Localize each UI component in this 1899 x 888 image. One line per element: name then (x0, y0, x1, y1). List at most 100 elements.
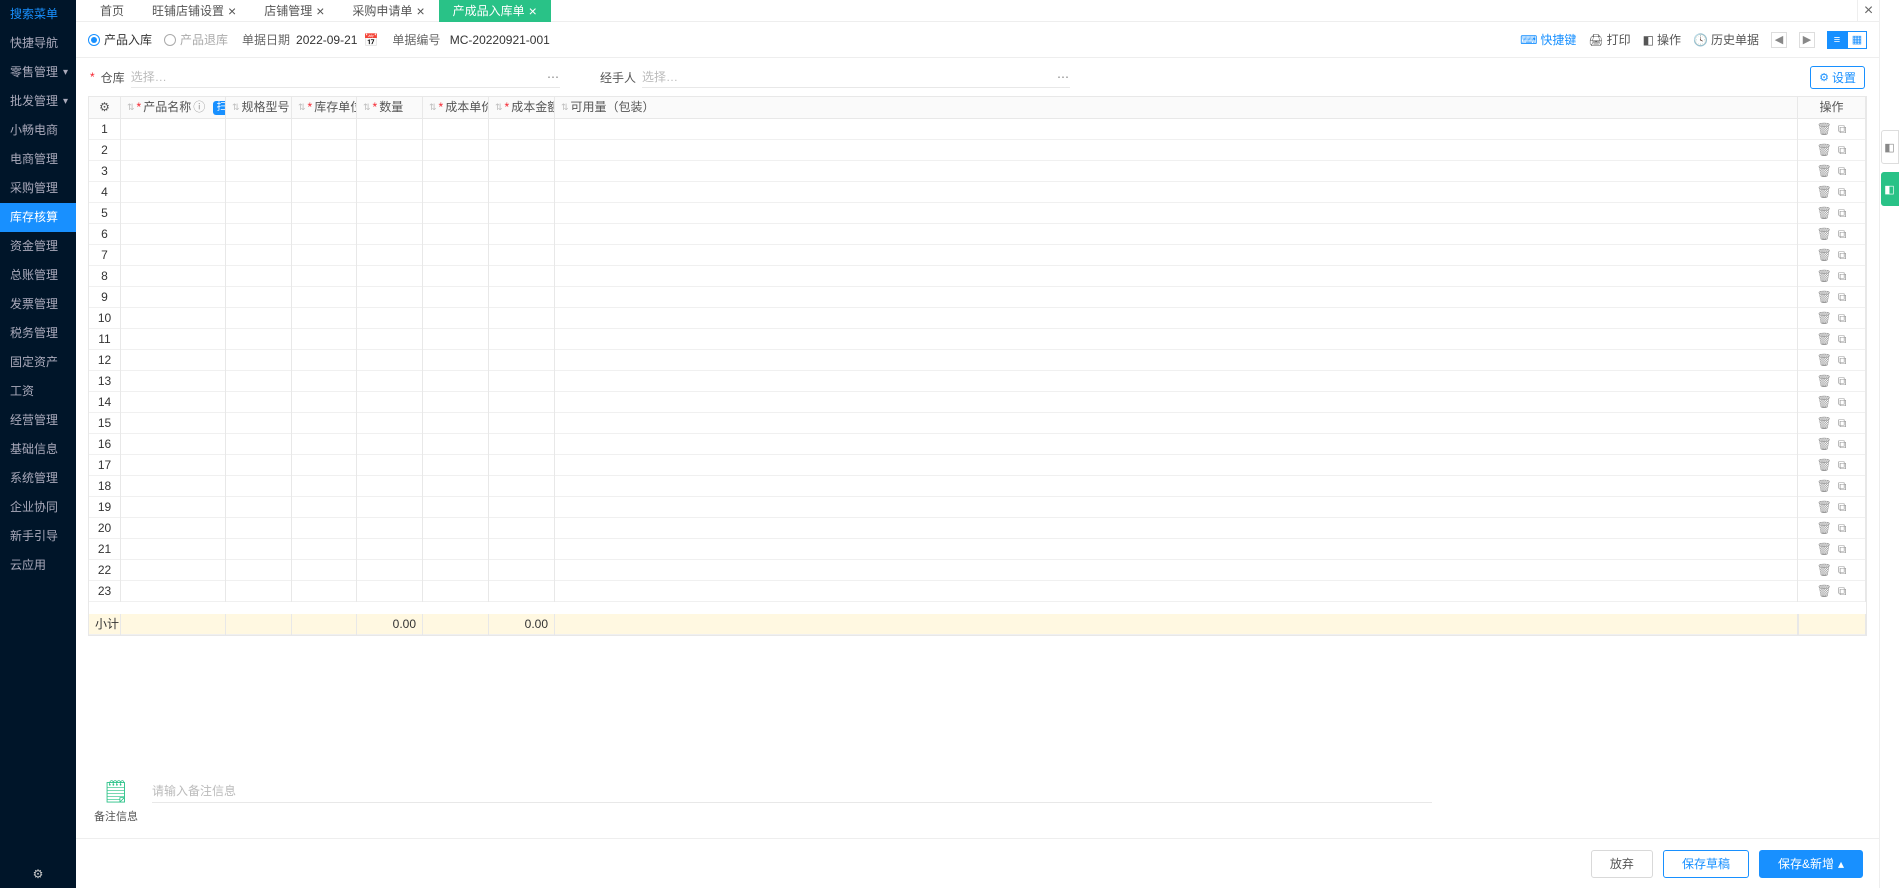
delete-icon[interactable]: 🗑 (1817, 269, 1832, 283)
delete-icon[interactable]: 🗑 (1817, 395, 1832, 409)
tab[interactable]: 店铺管理× (250, 0, 338, 22)
sidebar-item[interactable]: 快捷导航 (0, 29, 76, 58)
table-row[interactable]: 19🗑⧉ (89, 497, 1866, 518)
copy-icon[interactable]: ⧉ (1838, 143, 1847, 157)
remark-input[interactable]: 请输入备注信息 (152, 779, 1432, 803)
table-row[interactable]: 16🗑⧉ (89, 434, 1866, 455)
sidebar-item[interactable]: 经营管理 (0, 406, 76, 435)
sidebar-item[interactable]: 税务管理 (0, 319, 76, 348)
copy-icon[interactable]: ⧉ (1838, 563, 1847, 577)
copy-icon[interactable]: ⧉ (1838, 395, 1847, 409)
delete-icon[interactable]: 🗑 (1817, 290, 1832, 304)
operate-link[interactable]: ◧操作 (1643, 31, 1681, 48)
sidebar-item[interactable]: 固定资产 (0, 348, 76, 377)
rail-btn-1[interactable]: ◧ (1881, 130, 1899, 164)
delete-icon[interactable]: 🗑 (1817, 479, 1832, 493)
delete-icon[interactable]: 🗑 (1817, 374, 1832, 388)
sidebar-item[interactable]: 批发管理▾ (0, 87, 76, 116)
quickkey-link[interactable]: ⌨快捷键 (1520, 31, 1576, 48)
delete-icon[interactable]: 🗑 (1817, 311, 1832, 325)
delete-icon[interactable]: 🗑 (1817, 437, 1832, 451)
ellipsis-icon[interactable]: ⋯ (547, 66, 560, 88)
handler-field[interactable]: 经手人 选择…⋯ (600, 66, 1070, 88)
copy-icon[interactable]: ⧉ (1838, 122, 1847, 136)
nav-prev[interactable]: ◀ (1771, 32, 1787, 48)
col-price[interactable]: ⇅*成本单价 (423, 97, 489, 118)
copy-icon[interactable]: ⧉ (1838, 542, 1847, 556)
copy-icon[interactable]: ⧉ (1838, 311, 1847, 325)
rail-btn-2[interactable]: ◧ (1881, 172, 1899, 206)
copy-icon[interactable]: ⧉ (1838, 206, 1847, 220)
table-row[interactable]: 3🗑⧉ (89, 161, 1866, 182)
col-avail[interactable]: ⇅可用量（包装） (555, 97, 1798, 118)
nav-next[interactable]: ▶ (1799, 32, 1815, 48)
copy-icon[interactable]: ⧉ (1838, 185, 1847, 199)
delete-icon[interactable]: 🗑 (1817, 521, 1832, 535)
sidebar-item[interactable]: 发票管理 (0, 290, 76, 319)
sidebar-item[interactable]: 工资 (0, 377, 76, 406)
sidebar-item[interactable]: 电商管理 (0, 145, 76, 174)
radio-product-out[interactable]: 产品退库 (164, 31, 228, 48)
discard-button[interactable]: 放弃 (1591, 850, 1653, 878)
col-product-name[interactable]: ⇅*产品名称ⓘ 扫码录入 (121, 97, 226, 118)
sidebar-item[interactable]: 零售管理▾ (0, 58, 76, 87)
sidebar-search[interactable]: 搜索菜单 (0, 0, 76, 29)
copy-icon[interactable]: ⧉ (1838, 437, 1847, 451)
delete-icon[interactable]: 🗑 (1817, 563, 1832, 577)
calendar-icon[interactable]: 📅 (363, 33, 378, 47)
copy-icon[interactable]: ⧉ (1838, 416, 1847, 430)
close-icon[interactable]: × (416, 4, 424, 18)
col-spec[interactable]: ⇅规格型号 (226, 97, 292, 118)
delete-icon[interactable]: 🗑 (1817, 206, 1832, 220)
copy-icon[interactable]: ⧉ (1838, 290, 1847, 304)
delete-icon[interactable]: 🗑 (1817, 332, 1832, 346)
table-row[interactable]: 15🗑⧉ (89, 413, 1866, 434)
sidebar-item[interactable]: 企业协同 (0, 493, 76, 522)
copy-icon[interactable]: ⧉ (1838, 164, 1847, 178)
sidebar-item[interactable]: 系统管理 (0, 464, 76, 493)
sidebar-item[interactable]: 库存核算 (0, 203, 76, 232)
view-list[interactable]: ≡ (1827, 31, 1847, 49)
table-row[interactable]: 6🗑⧉ (89, 224, 1866, 245)
delete-icon[interactable]: 🗑 (1817, 353, 1832, 367)
col-unit[interactable]: ⇅*库存单位 (292, 97, 357, 118)
table-row[interactable]: 14🗑⧉ (89, 392, 1866, 413)
table-row[interactable]: 18🗑⧉ (89, 476, 1866, 497)
col-qty[interactable]: ⇅*数量 (357, 97, 423, 118)
table-row[interactable]: 23🗑⧉ (89, 581, 1866, 602)
sidebar-item[interactable]: 云应用 (0, 551, 76, 580)
delete-icon[interactable]: 🗑 (1817, 122, 1832, 136)
copy-icon[interactable]: ⧉ (1838, 227, 1847, 241)
tab[interactable]: 旺铺店铺设置× (138, 0, 250, 22)
table-row[interactable]: 11🗑⧉ (89, 329, 1866, 350)
table-row[interactable]: 10🗑⧉ (89, 308, 1866, 329)
sidebar-item[interactable]: 小畅电商 (0, 116, 76, 145)
table-row[interactable]: 12🗑⧉ (89, 350, 1866, 371)
sidebar-item[interactable]: 资金管理 (0, 232, 76, 261)
tabs-close-all[interactable]: × (1857, 0, 1879, 22)
date-value[interactable]: 2022-09-21 (296, 33, 357, 47)
close-icon[interactable]: × (529, 4, 537, 18)
copy-icon[interactable]: ⧉ (1838, 374, 1847, 388)
table-row[interactable]: 22🗑⧉ (89, 560, 1866, 581)
view-grid[interactable]: ▦ (1847, 31, 1867, 49)
delete-icon[interactable]: 🗑 (1817, 248, 1832, 262)
sidebar-item[interactable]: 新手引导 (0, 522, 76, 551)
delete-icon[interactable]: 🗑 (1817, 227, 1832, 241)
history-link[interactable]: 🕓历史单据 (1693, 31, 1759, 48)
table-row[interactable]: 4🗑⧉ (89, 182, 1866, 203)
save-new-button[interactable]: 保存&新增▴ (1759, 850, 1863, 878)
close-icon[interactable]: × (228, 4, 236, 18)
sidebar-item[interactable]: 总账管理 (0, 261, 76, 290)
table-row[interactable]: 1🗑⧉ (89, 119, 1866, 140)
print-link[interactable]: 🖨打印 (1588, 31, 1630, 48)
close-icon[interactable]: × (316, 4, 324, 18)
col-gear[interactable]: ⚙ (89, 97, 121, 118)
copy-icon[interactable]: ⧉ (1838, 269, 1847, 283)
copy-icon[interactable]: ⧉ (1838, 479, 1847, 493)
col-amount[interactable]: ⇅*成本金额 (489, 97, 555, 118)
table-row[interactable]: 21🗑⧉ (89, 539, 1866, 560)
ellipsis-icon[interactable]: ⋯ (1057, 66, 1070, 88)
copy-icon[interactable]: ⧉ (1838, 500, 1847, 514)
sidebar-item[interactable]: 采购管理 (0, 174, 76, 203)
